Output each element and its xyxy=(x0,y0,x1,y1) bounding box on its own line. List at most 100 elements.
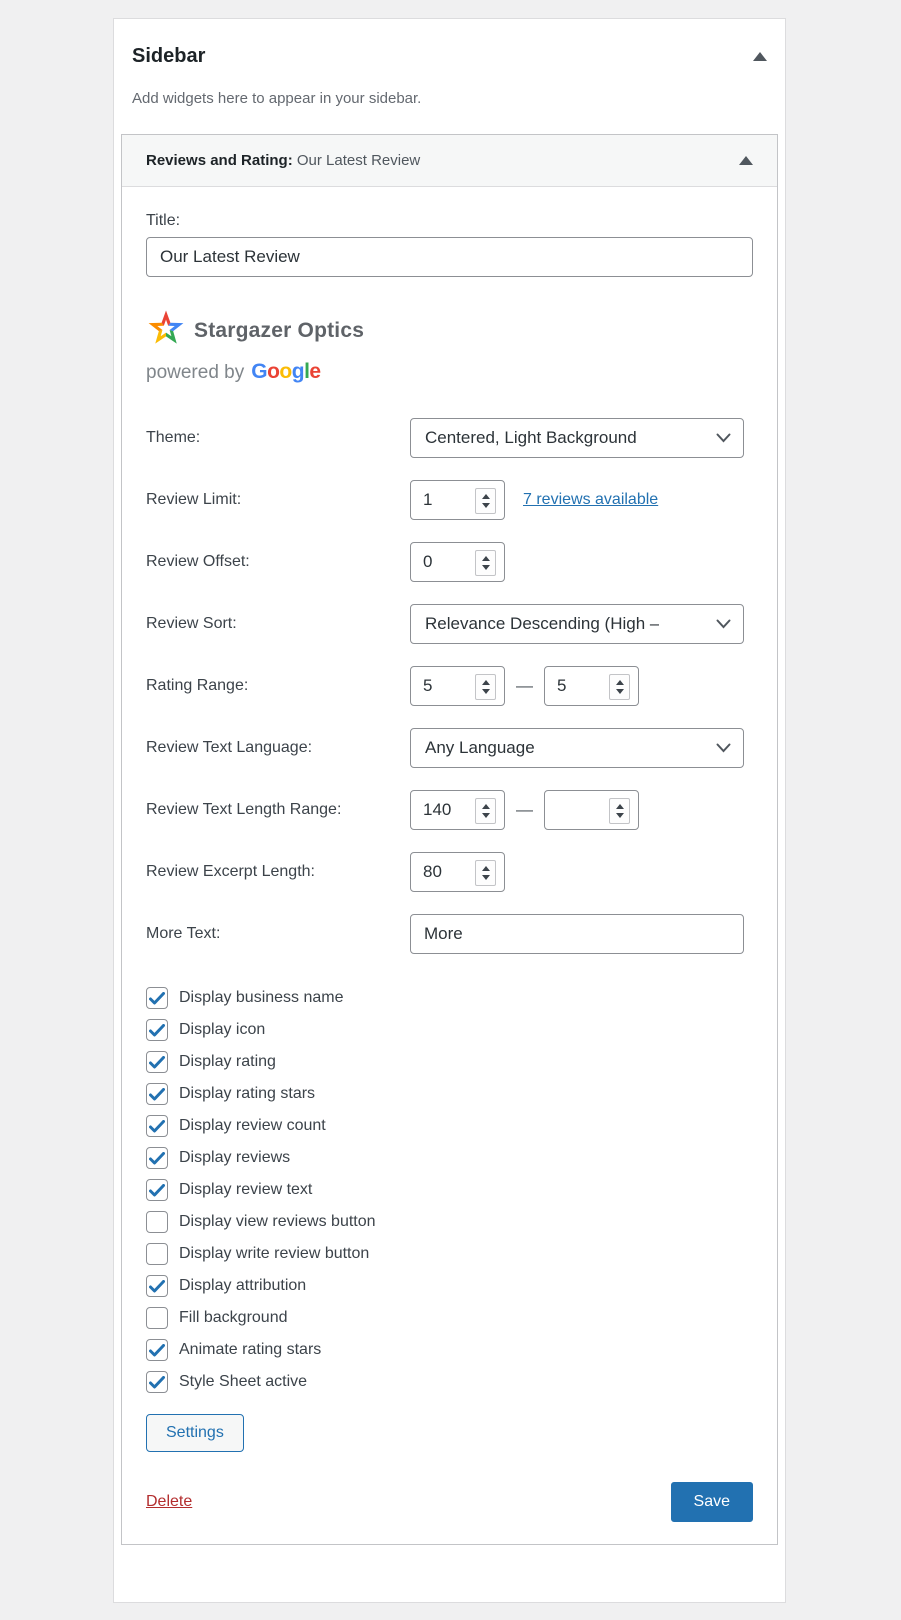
checkbox-animate-rating-stars[interactable] xyxy=(146,1339,168,1361)
google-letter: o xyxy=(267,360,280,383)
settings-button[interactable]: Settings xyxy=(146,1414,244,1452)
stepper-up-icon[interactable] xyxy=(481,804,490,809)
google-letter: e xyxy=(309,360,321,383)
stepper-up-icon[interactable] xyxy=(615,680,624,685)
review-excerpt-length-stepper[interactable] xyxy=(475,860,496,886)
form-row-theme: Theme: Centered, Light Background xyxy=(146,418,753,458)
review-text-language-label: Review Text Language: xyxy=(146,739,313,756)
stepper-down-icon[interactable] xyxy=(481,565,490,570)
title-input[interactable] xyxy=(146,237,753,277)
widget-area-card: Sidebar Add widgets here to appear in yo… xyxy=(113,18,786,1603)
checkbox-display-write-review-button[interactable] xyxy=(146,1243,168,1265)
checkbox-list: Display business name Display icon Displ… xyxy=(146,982,753,1398)
form-row-review-sort: Review Sort: Relevance Descending (High … xyxy=(146,604,753,644)
checkbox-display-view-reviews-button[interactable] xyxy=(146,1211,168,1233)
checkbox-display-rating[interactable] xyxy=(146,1051,168,1073)
checkbox-label-display-review-text: Display review text xyxy=(179,1181,313,1198)
form-row-review-text-language: Review Text Language: Any Language xyxy=(146,728,753,768)
form-row-review-limit: Review Limit: 7 reviews available xyxy=(146,480,753,520)
checkbox-fill-background[interactable] xyxy=(146,1307,168,1329)
widget-title: Reviews and Rating: Our Latest Review xyxy=(146,152,420,169)
rating-range-max-stepper[interactable] xyxy=(609,674,630,700)
stepper-up-icon[interactable] xyxy=(481,680,490,685)
stepper-down-icon[interactable] xyxy=(481,875,490,880)
google-logo: Google xyxy=(251,360,321,384)
rating-range-min-stepper[interactable] xyxy=(475,674,496,700)
checkbox-row-display-view-reviews-button: Display view reviews button xyxy=(146,1206,753,1238)
review-offset-stepper[interactable] xyxy=(475,550,496,576)
review-limit-label: Review Limit: xyxy=(146,491,242,508)
checkbox-label-display-reviews: Display reviews xyxy=(179,1149,291,1166)
checkbox-row-display-icon: Display icon xyxy=(146,1014,753,1046)
checkbox-label-style-sheet-active: Style Sheet active xyxy=(179,1373,308,1390)
review-text-length-range-min-stepper[interactable] xyxy=(475,798,496,824)
widget-card: Reviews and Rating: Our Latest Review Ti… xyxy=(121,134,778,1545)
checkbox-display-business-name[interactable] xyxy=(146,987,168,1009)
checkbox-display-review-count[interactable] xyxy=(146,1115,168,1137)
checkbox-display-reviews[interactable] xyxy=(146,1147,168,1169)
theme-label: Theme: xyxy=(146,429,201,446)
checkbox-label-display-write-review-button: Display write review button xyxy=(179,1245,370,1262)
review-text-length-range-max-field xyxy=(544,790,639,830)
checkbox-row-display-write-review-button: Display write review button xyxy=(146,1238,753,1270)
checkbox-row-animate-rating-stars: Animate rating stars xyxy=(146,1334,753,1366)
review-limit-field xyxy=(410,480,505,520)
checkbox-label-display-review-count: Display review count xyxy=(179,1117,326,1134)
checkbox-row-display-rating: Display rating xyxy=(146,1046,753,1078)
widget-header[interactable]: Reviews and Rating: Our Latest Review xyxy=(122,135,777,187)
checkbox-label-display-rating-stars: Display rating stars xyxy=(179,1085,316,1102)
review-text-language-selected-value: Any Language xyxy=(425,738,535,757)
stepper-up-icon[interactable] xyxy=(615,804,624,809)
review-sort-selected-value: Relevance Descending (High – xyxy=(425,614,660,633)
range-dash: — xyxy=(516,800,533,819)
save-button[interactable]: Save xyxy=(670,1482,753,1522)
checkbox-display-rating-stars[interactable] xyxy=(146,1083,168,1105)
stepper-up-icon[interactable] xyxy=(481,494,490,499)
review-text-length-range-max-stepper[interactable] xyxy=(609,798,630,824)
review-limit-stepper[interactable] xyxy=(475,488,496,514)
checkbox-style-sheet-active[interactable] xyxy=(146,1371,168,1393)
review-sort-select[interactable]: Relevance Descending (High – xyxy=(410,604,744,644)
stepper-down-icon[interactable] xyxy=(481,689,490,694)
form-row-review-text-length-range: Review Text Length Range: — xyxy=(146,790,753,830)
widget-toggle-icon[interactable] xyxy=(739,156,753,165)
checkbox-display-attribution[interactable] xyxy=(146,1275,168,1297)
form-row-review-excerpt-length: Review Excerpt Length: xyxy=(146,852,753,892)
review-excerpt-length-label: Review Excerpt Length: xyxy=(146,863,315,880)
checkbox-display-icon[interactable] xyxy=(146,1019,168,1041)
form-row-review-offset: Review Offset: xyxy=(146,542,753,582)
google-letter: g xyxy=(291,360,305,383)
stepper-down-icon[interactable] xyxy=(481,503,490,508)
powered-by-label: powered by xyxy=(146,362,245,383)
widget-area-description: Add widgets here to appear in your sideb… xyxy=(132,90,422,107)
checkbox-label-display-rating: Display rating xyxy=(179,1053,276,1070)
stepper-up-icon[interactable] xyxy=(481,866,490,871)
stepper-down-icon[interactable] xyxy=(615,813,624,818)
form-rows: Theme: Centered, Light Background Review … xyxy=(146,418,753,954)
stepper-down-icon[interactable] xyxy=(615,689,624,694)
review-limit-link[interactable]: 7 reviews available xyxy=(523,491,658,509)
checkbox-label-display-attribution: Display attribution xyxy=(179,1277,307,1294)
business-logo-block: Stargazer Optics powered by Google xyxy=(146,307,753,384)
stepper-up-icon[interactable] xyxy=(481,556,490,561)
form-row-rating-range: Rating Range: — xyxy=(146,666,753,706)
review-text-language-select[interactable]: Any Language xyxy=(410,728,744,768)
widget-area-title: Sidebar xyxy=(132,45,206,67)
more-text-input[interactable] xyxy=(410,914,744,954)
checkbox-label-animate-rating-stars: Animate rating stars xyxy=(179,1341,322,1358)
checkbox-row-display-rating-stars: Display rating stars xyxy=(146,1078,753,1110)
theme-select[interactable]: Centered, Light Background xyxy=(410,418,744,458)
checkbox-display-review-text[interactable] xyxy=(146,1179,168,1201)
delete-link[interactable]: Delete xyxy=(146,1493,192,1511)
form-row-more-text: More Text: xyxy=(146,914,753,954)
checkbox-label-display-view-reviews-button: Display view reviews button xyxy=(179,1213,376,1230)
checkbox-label-display-icon: Display icon xyxy=(179,1021,266,1038)
widget-area-header: Sidebar xyxy=(132,45,767,68)
widget-area-collapse-icon[interactable] xyxy=(753,52,767,61)
checkbox-row-display-business-name: Display business name xyxy=(146,982,753,1014)
review-text-length-range-label: Review Text Length Range: xyxy=(146,801,342,818)
theme-selected-value: Centered, Light Background xyxy=(425,428,637,447)
stepper-down-icon[interactable] xyxy=(481,813,490,818)
google-letter: o xyxy=(279,360,292,383)
review-excerpt-length-field xyxy=(410,852,505,892)
